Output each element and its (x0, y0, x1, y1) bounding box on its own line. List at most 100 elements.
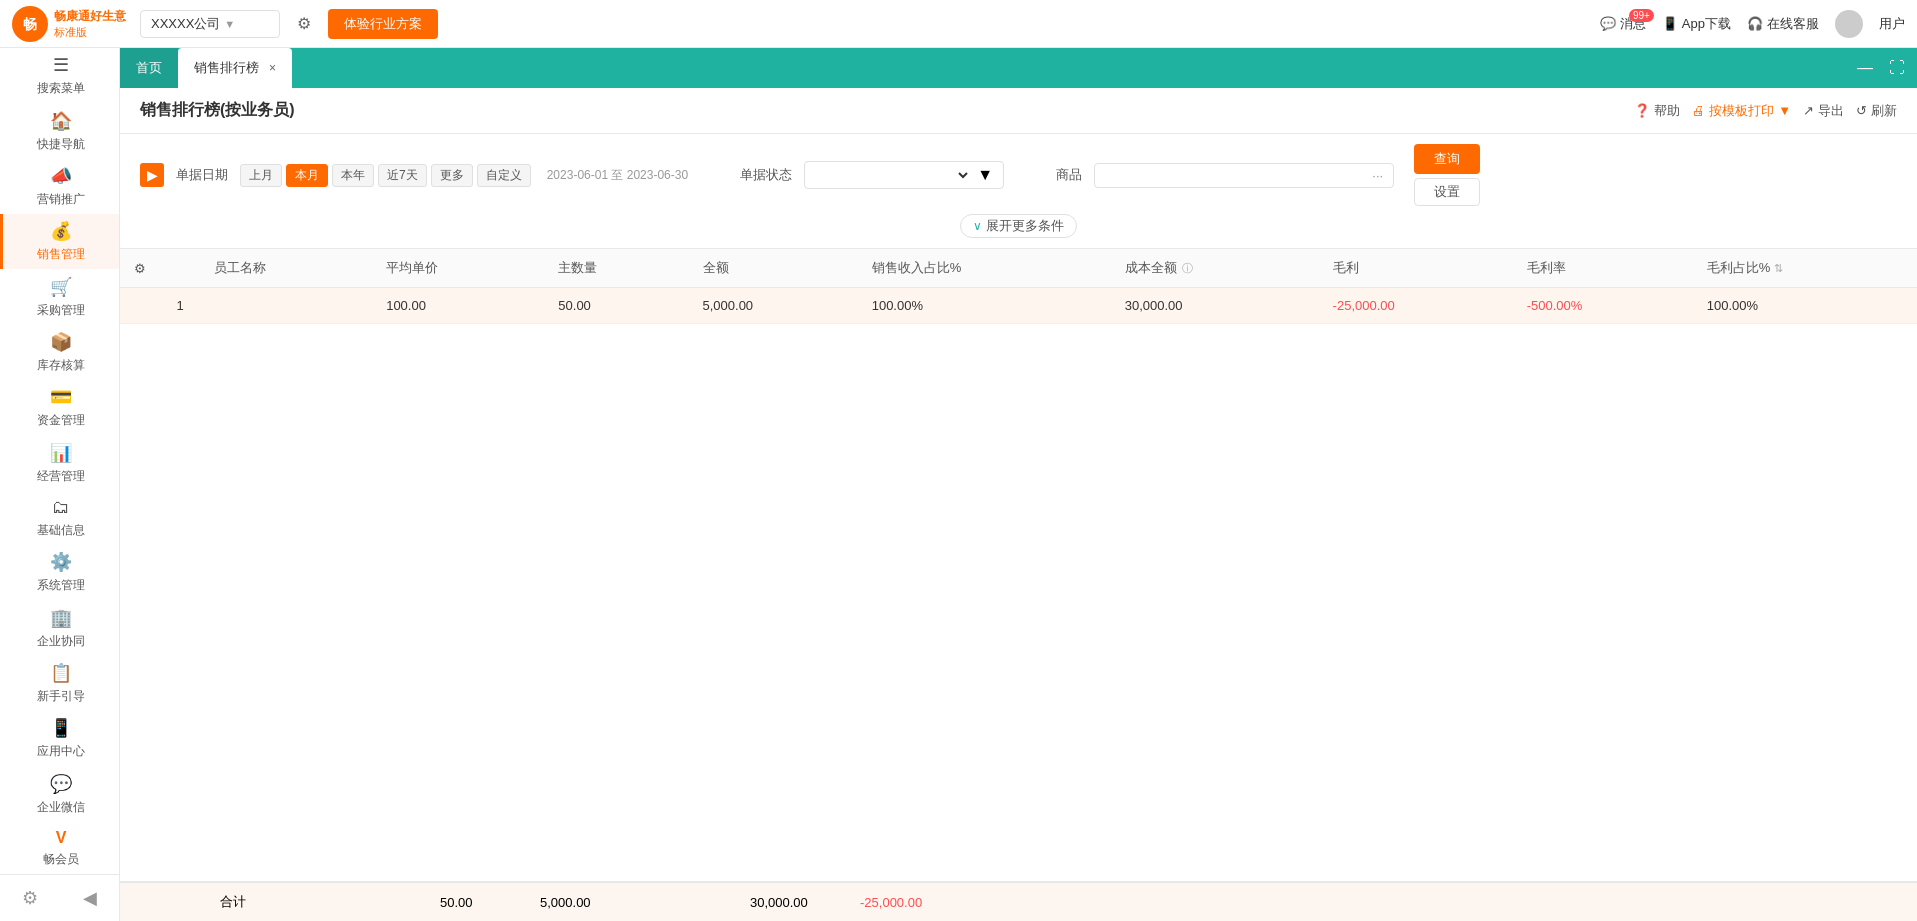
status-field[interactable]: ▼ (804, 161, 1004, 189)
logo-area: 畅 畅康通好生意 标准版 (12, 6, 132, 42)
logo-icon: 畅 (12, 6, 48, 42)
company-selector[interactable]: XXXXX公司 ▼ (140, 10, 280, 38)
export-btn[interactable]: ↗ 导出 (1803, 102, 1844, 120)
cost-info-icon[interactable]: ⓘ (1182, 262, 1193, 274)
help-icon: ❓ (1634, 103, 1650, 118)
tab-expand-btn[interactable]: ⛶ (1885, 55, 1909, 81)
tab-bar: 首页 销售排行榜 × — ⛶ (120, 48, 1917, 88)
row-avg-price: 100.00 (372, 288, 544, 324)
print-label: 按模板打印 (1709, 102, 1774, 120)
row-profit-pct: 100.00% (1693, 288, 1917, 324)
footer-qty: 50.00 (426, 895, 526, 910)
filter-toggle-btn[interactable]: ▶ (140, 163, 164, 187)
row-rank: 1 (160, 288, 200, 324)
table-header-row: ⚙ 员工名称 平均单价 主数量 (120, 249, 1917, 288)
sidebar-item-purchase[interactable]: 🛒 采购管理 (0, 269, 119, 324)
query-area: 查询 设置 (1414, 144, 1480, 206)
status-select[interactable] (815, 167, 971, 184)
pill-more[interactable]: 更多 (431, 164, 473, 187)
table-wrapper: ⚙ 员工名称 平均单价 主数量 (120, 249, 1917, 881)
th-rank (160, 249, 200, 288)
settings-small-btn[interactable]: 设置 (1414, 178, 1480, 206)
sidebar-item-inventory[interactable]: 📦 库存核算 (0, 325, 119, 380)
sidebar-item-guide[interactable]: 📋 新手引导 (0, 656, 119, 711)
print-btn[interactable]: 🖨 按模板打印 ▼ (1692, 102, 1791, 120)
sort-icon[interactable]: ⇅ (1774, 262, 1783, 274)
operations-icon: 📊 (50, 442, 72, 464)
app-center-icon: 📱 (50, 717, 72, 739)
avatar[interactable] (1835, 10, 1863, 38)
th-settings: ⚙ (120, 249, 160, 288)
sidebar-item-search[interactable]: ☰ 搜索菜单 (0, 48, 119, 103)
row-amount: 5,000.00 (689, 288, 858, 324)
date-pills: 上月 本月 本年 近7天 更多 自定义 (240, 164, 531, 187)
sidebar-item-wechat[interactable]: 💬 企业微信 (0, 767, 119, 822)
trial-btn[interactable]: 体验行业方案 (328, 9, 438, 39)
tab-home[interactable]: 首页 (120, 48, 178, 88)
service-label: 在线客服 (1767, 15, 1819, 33)
sidebar-item-quick-nav[interactable]: 🏠 快捷导航 (0, 103, 119, 158)
sidebar-label-guide: 新手引导 (37, 688, 85, 705)
sidebar-settings-btn[interactable]: ⚙ (14, 883, 46, 913)
footer-cost: 30,000.00 (736, 895, 846, 910)
online-service-btn[interactable]: 🎧 在线客服 (1747, 15, 1819, 33)
th-sales-pct: 销售收入占比% (858, 249, 1111, 288)
sidebar-label-system: 系统管理 (37, 577, 85, 594)
pill-prev-month[interactable]: 上月 (240, 164, 282, 187)
user-name[interactable]: 用户 (1879, 15, 1905, 33)
message-btn[interactable]: 💬 消息 99+ (1600, 15, 1646, 33)
sidebar-collapse-btn[interactable]: ◀ (75, 883, 105, 913)
logo-text: 畅康通好生意 标准版 (54, 8, 126, 40)
sidebar-item-finance[interactable]: 💳 资金管理 (0, 380, 119, 435)
sidebar-label-sales: 销售管理 (37, 246, 85, 263)
refresh-btn[interactable]: ↺ 刷新 (1856, 102, 1897, 120)
sidebar-item-sales[interactable]: 💰 销售管理 (0, 214, 119, 269)
rankings-table: ⚙ 员工名称 平均单价 主数量 (120, 249, 1917, 324)
tab-sales-ranking[interactable]: 销售排行榜 × (178, 48, 292, 88)
content-area: 首页 销售排行榜 × — ⛶ 销售排行榜(按业务员) ❓ 帮助 (120, 48, 1917, 921)
goods-field[interactable]: ··· (1094, 163, 1394, 188)
sidebar-item-marketing[interactable]: 📣 营销推广 (0, 159, 119, 214)
top-right-area: 💬 消息 99+ 📱 App下载 🎧 在线客服 用户 (1600, 10, 1905, 38)
topbar-settings-btn[interactable]: ⚙ (288, 8, 320, 40)
vip-icon: V (56, 829, 67, 847)
sidebar-label-operations: 经营管理 (37, 468, 85, 485)
print-icon: 🖨 (1692, 103, 1705, 118)
sidebar-label-inventory: 库存核算 (37, 357, 85, 374)
company-arrow-icon: ▼ (224, 18, 235, 30)
sidebar-item-vip[interactable]: V 畅会员 (0, 822, 119, 874)
tab-home-label: 首页 (136, 59, 162, 77)
sidebar-label-finance: 资金管理 (37, 412, 85, 429)
app-download-btn[interactable]: 📱 App下载 (1662, 15, 1731, 33)
sidebar-item-enterprise[interactable]: 🏢 企业协同 (0, 601, 119, 656)
status-label: 单据状态 (740, 166, 792, 184)
pill-custom[interactable]: 自定义 (477, 164, 531, 187)
basic-info-icon: 🗂 (52, 497, 70, 518)
tab-close-icon[interactable]: × (269, 61, 276, 75)
page-actions: ❓ 帮助 🖨 按模板打印 ▼ ↗ 导出 ↺ 刷新 (1634, 102, 1897, 120)
company-name: XXXXX公司 (151, 15, 220, 33)
th-avg-price: 平均单价 (372, 249, 544, 288)
pill-current-month[interactable]: 本月 (286, 164, 328, 187)
sidebar-item-operations[interactable]: 📊 经营管理 (0, 435, 119, 490)
sidebar-item-system[interactable]: ⚙️ 系统管理 (0, 545, 119, 600)
refresh-icon: ↺ (1856, 103, 1867, 118)
expand-row: ∨ 展开更多条件 (140, 214, 1897, 238)
query-btn[interactable]: 查询 (1414, 144, 1480, 174)
tab-minimize-btn[interactable]: — (1853, 55, 1877, 81)
help-btn[interactable]: ❓ 帮助 (1634, 102, 1680, 120)
goods-input[interactable] (1105, 168, 1366, 183)
sidebar-item-app-center[interactable]: 📱 应用中心 (0, 711, 119, 766)
expand-conditions-btn[interactable]: ∨ 展开更多条件 (960, 214, 1077, 238)
column-settings-icon[interactable]: ⚙ (134, 261, 146, 276)
filter-row: ▶ 单据日期 上月 本月 本年 近7天 更多 自定义 2023-06-01 至 … (140, 144, 1897, 206)
goods-more-icon[interactable]: ··· (1372, 168, 1383, 183)
sidebar-item-basic-info[interactable]: 🗂 基础信息 (0, 491, 119, 546)
th-profit: 毛利 (1319, 249, 1513, 288)
sales-icon: 💰 (50, 220, 72, 242)
row-profit: -25,000.00 (1319, 288, 1513, 324)
pill-current-year[interactable]: 本年 (332, 164, 374, 187)
pill-7days[interactable]: 近7天 (378, 164, 427, 187)
expand-label: 展开更多条件 (986, 217, 1064, 235)
tab-active-label: 销售排行榜 (194, 59, 259, 77)
